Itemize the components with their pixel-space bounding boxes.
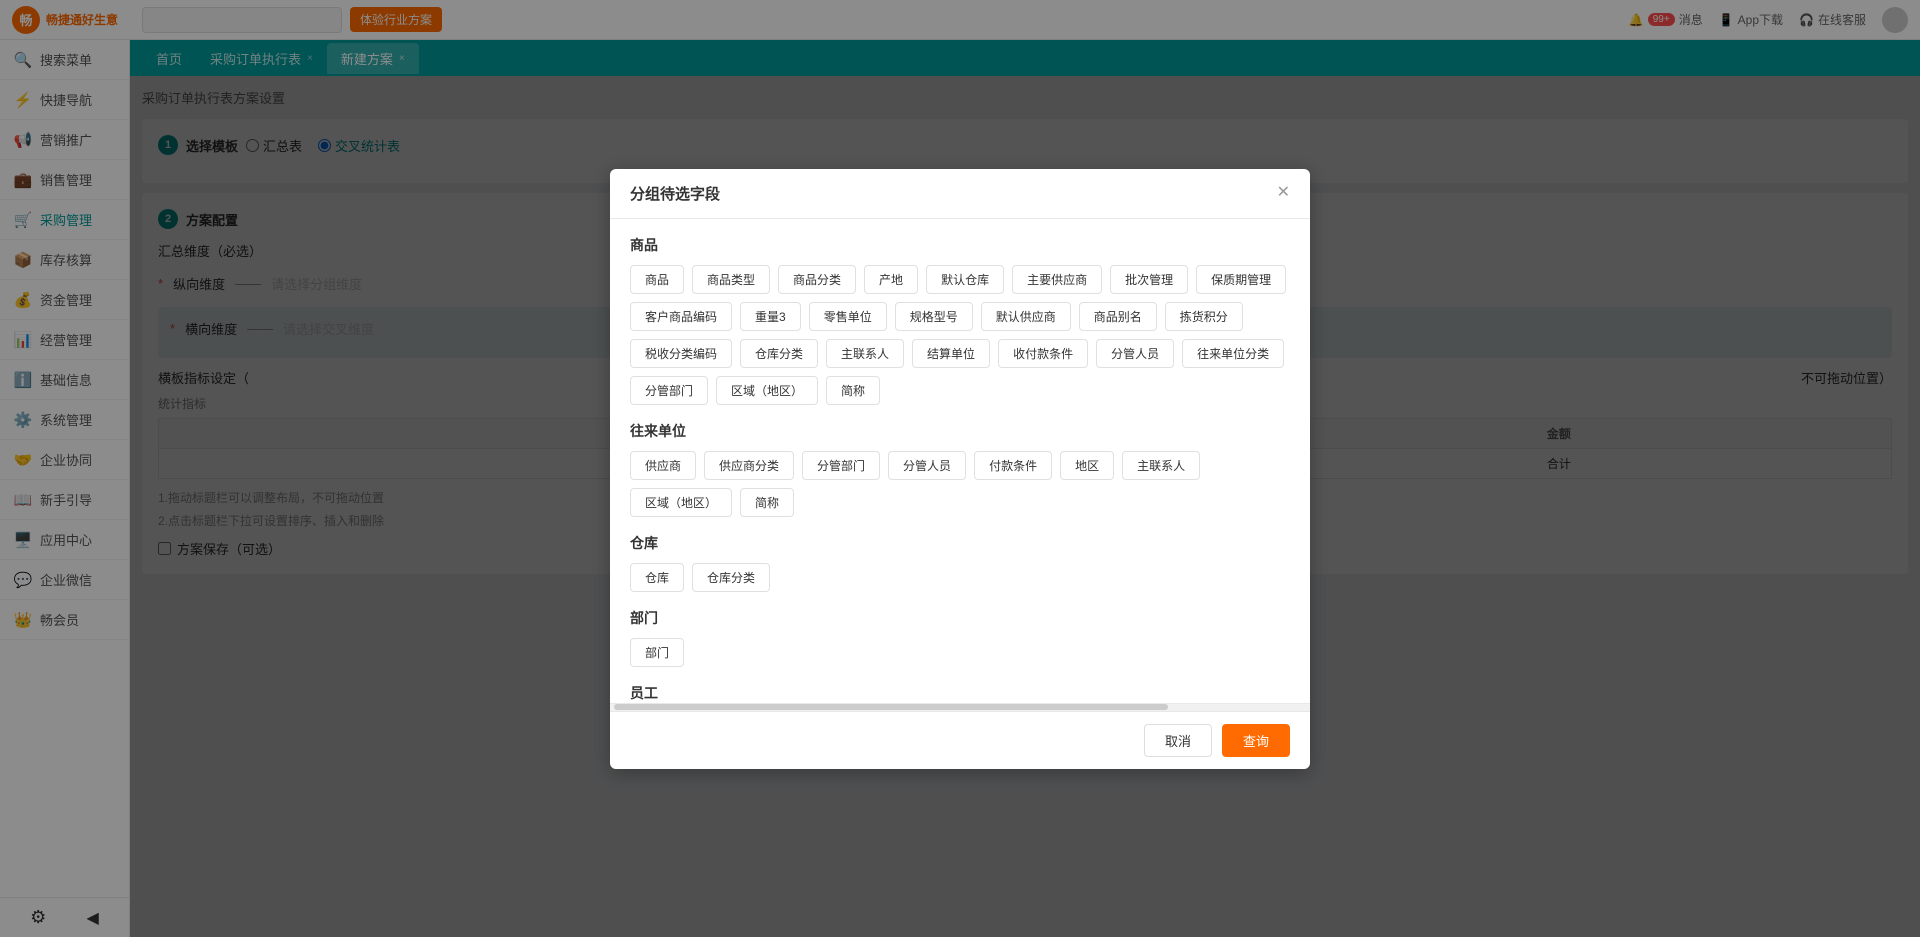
tag-department[interactable]: 部门 — [630, 638, 684, 667]
modal-close-button[interactable]: ✕ — [1277, 185, 1290, 201]
tag-main-contact[interactable]: 主联系人 — [826, 339, 904, 368]
tag-default-warehouse[interactable]: 默认仓库 — [926, 265, 1004, 294]
tag-customer-code[interactable]: 客户商品编码 — [630, 302, 732, 331]
tag-payment-terms2[interactable]: 付款条件 — [974, 451, 1052, 480]
field-section-product: 商品 商品 商品类型 商品分类 产地 默认仓库 主要供应商 批次管理 保质期管理… — [630, 235, 1290, 405]
tag-tax-code[interactable]: 税收分类编码 — [630, 339, 732, 368]
tag-supervisor2[interactable]: 分管人员 — [888, 451, 966, 480]
tag-default-supplier[interactable]: 默认供应商 — [981, 302, 1071, 331]
tag-region3[interactable]: 区域（地区） — [630, 488, 732, 517]
field-section-employee-title: 员工 — [630, 683, 1290, 703]
field-tags-warehouse: 仓库 仓库分类 — [630, 563, 1290, 592]
tag-product-category[interactable]: 商品分类 — [778, 265, 856, 294]
tag-retail-unit[interactable]: 零售单位 — [809, 302, 887, 331]
field-section-employee: 员工 业务员 — [630, 683, 1290, 704]
tag-main-contact2[interactable]: 主联系人 — [1122, 451, 1200, 480]
tag-supplier-category[interactable]: 供应商分类 — [704, 451, 794, 480]
tag-weight[interactable]: 重量3 — [740, 302, 801, 331]
tag-settlement-unit[interactable]: 结算单位 — [912, 339, 990, 368]
modal-body: 商品 商品 商品类型 商品分类 产地 默认仓库 主要供应商 批次管理 保质期管理… — [610, 219, 1310, 704]
field-section-warehouse: 仓库 仓库 仓库分类 — [630, 533, 1290, 592]
modal-hscroll-thumb — [614, 704, 1168, 710]
field-tags-counterpart: 供应商 供应商分类 分管部门 分管人员 付款条件 地区 主联系人 区域（地区） … — [630, 451, 1290, 517]
modal-cancel-button[interactable]: 取消 — [1144, 724, 1212, 757]
tag-warehouse[interactable]: 仓库 — [630, 563, 684, 592]
modal-title: 分组待选字段 — [630, 183, 720, 204]
tag-short-name[interactable]: 简称 — [826, 376, 880, 405]
modal-confirm-button[interactable]: 查询 — [1222, 724, 1290, 757]
tag-supplier[interactable]: 供应商 — [630, 451, 696, 480]
tag-dept[interactable]: 分管部门 — [630, 376, 708, 405]
tag-warehouse-cat[interactable]: 仓库分类 — [692, 563, 770, 592]
tag-payment-terms[interactable]: 收付款条件 — [998, 339, 1088, 368]
modal-horizontal-scrollbar[interactable] — [610, 703, 1310, 710]
tag-supervisor[interactable]: 分管人员 — [1096, 339, 1174, 368]
field-section-warehouse-title: 仓库 — [630, 533, 1290, 553]
tag-shelf-life[interactable]: 保质期管理 — [1196, 265, 1286, 294]
field-section-department: 部门 部门 — [630, 608, 1290, 667]
tag-short-name2[interactable]: 简称 — [740, 488, 794, 517]
modal-overlay: 分组待选字段 ✕ 商品 商品 商品类型 商品分类 产地 默认仓库 主要供应商 批… — [0, 0, 1920, 937]
field-section-product-title: 商品 — [630, 235, 1290, 255]
tag-batch-mgmt[interactable]: 批次管理 — [1110, 265, 1188, 294]
field-section-counterpart: 往来单位 供应商 供应商分类 分管部门 分管人员 付款条件 地区 主联系人 区域… — [630, 421, 1290, 517]
tag-counterpart-category[interactable]: 往来单位分类 — [1182, 339, 1284, 368]
tag-product[interactable]: 商品 — [630, 265, 684, 294]
field-tags-department: 部门 — [630, 638, 1290, 667]
tag-main-supplier[interactable]: 主要供应商 — [1012, 265, 1102, 294]
field-section-department-title: 部门 — [630, 608, 1290, 628]
modal-footer: 取消 查询 — [610, 711, 1310, 769]
field-select-modal: 分组待选字段 ✕ 商品 商品 商品类型 商品分类 产地 默认仓库 主要供应商 批… — [610, 169, 1310, 769]
tag-dept2[interactable]: 分管部门 — [802, 451, 880, 480]
modal-header: 分组待选字段 ✕ — [610, 169, 1310, 219]
tag-product-alias[interactable]: 商品别名 — [1079, 302, 1157, 331]
field-tags-product: 商品 商品类型 商品分类 产地 默认仓库 主要供应商 批次管理 保质期管理 客户… — [630, 265, 1290, 405]
field-section-counterpart-title: 往来单位 — [630, 421, 1290, 441]
tag-origin[interactable]: 产地 — [864, 265, 918, 294]
tag-warehouse-category[interactable]: 仓库分类 — [740, 339, 818, 368]
tag-pick-points[interactable]: 拣货积分 — [1165, 302, 1243, 331]
tag-product-type[interactable]: 商品类型 — [692, 265, 770, 294]
tag-region[interactable]: 区域（地区） — [716, 376, 818, 405]
tag-region2[interactable]: 地区 — [1060, 451, 1114, 480]
tag-spec-model[interactable]: 规格型号 — [895, 302, 973, 331]
